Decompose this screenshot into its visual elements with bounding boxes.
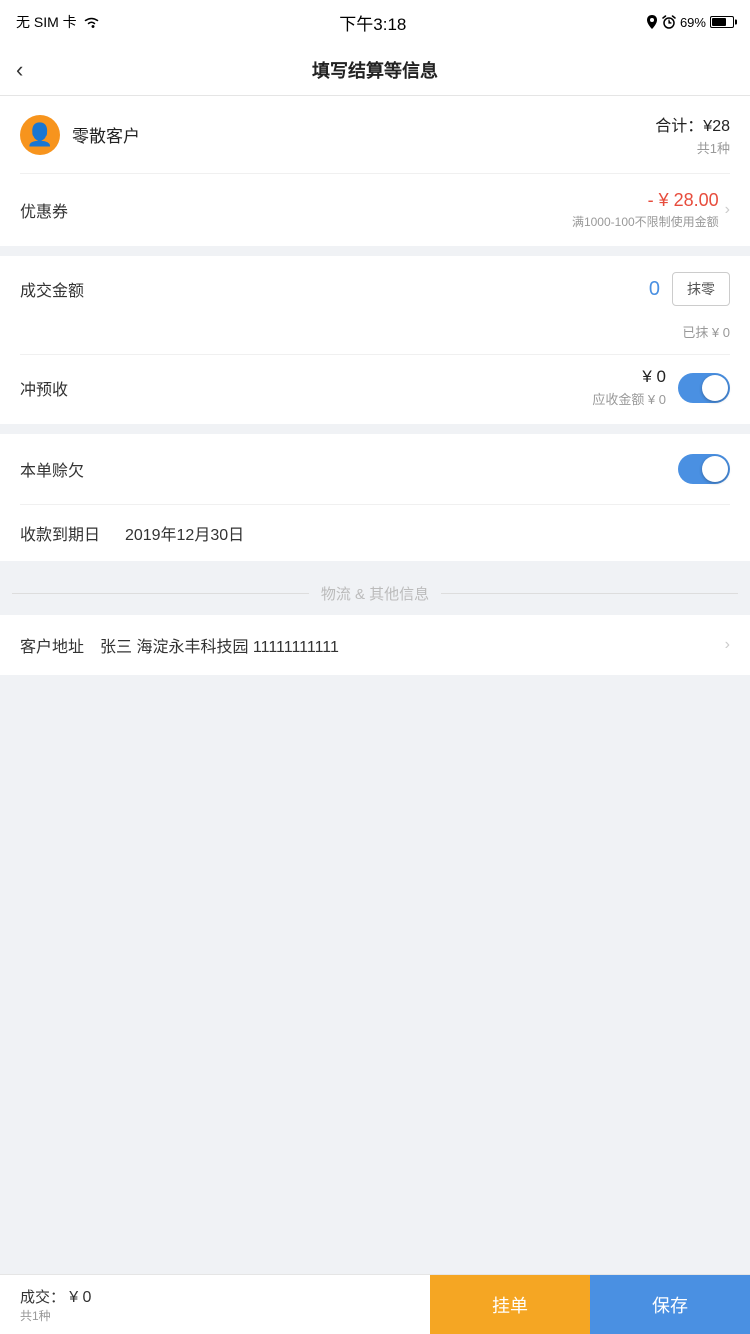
wifi-icon bbox=[83, 16, 100, 29]
no-sim-text: 无 SIM 卡 bbox=[16, 12, 77, 32]
deal-amount[interactable]: 0 bbox=[630, 278, 660, 301]
customer-count: 共1种 bbox=[655, 138, 730, 157]
coupon-amount: - ¥ 28.00 bbox=[572, 190, 719, 211]
prepay-row: 冲预收 ¥ 0 应收金额 ¥ 0 bbox=[0, 355, 750, 424]
battery-percent: 69% bbox=[680, 15, 706, 30]
debt-toggle-knob bbox=[702, 456, 728, 482]
duedate-row[interactable]: 收款到期日 2019年12月30日 bbox=[0, 505, 750, 561]
save-button[interactable]: 保存 bbox=[590, 1275, 750, 1334]
status-time: 下午3:18 bbox=[339, 10, 406, 35]
customer-avatar: 👤 bbox=[20, 115, 60, 155]
status-right: 69% bbox=[646, 15, 734, 30]
prepay-main-amount: ¥ 0 bbox=[592, 367, 666, 387]
prepay-right: ¥ 0 应收金额 ¥ 0 bbox=[592, 367, 730, 408]
customer-row: 👤 零散客户 合计：¥28 共1种 bbox=[0, 96, 750, 173]
coupon-label: 优惠券 bbox=[20, 198, 68, 222]
logistics-label: 物流 & 其他信息 bbox=[321, 583, 429, 604]
coupon-chevron-icon: › bbox=[725, 201, 730, 219]
customer-total: 合计：¥28 bbox=[655, 112, 730, 136]
address-row[interactable]: 客户地址 张三 海淀永丰科技园 11111111111 › bbox=[0, 615, 750, 675]
location-icon bbox=[646, 15, 658, 29]
footer-count: 共1种 bbox=[20, 1307, 410, 1324]
toggle-knob bbox=[702, 375, 728, 401]
customer-card: 👤 零散客户 合计：¥28 共1种 优惠券 - ¥ 28.00 满1000-10… bbox=[0, 96, 750, 246]
prepay-amounts: ¥ 0 应收金额 ¥ 0 bbox=[592, 367, 666, 408]
already-zero-text: 已抹 ¥ 0 bbox=[682, 325, 730, 340]
status-left: 无 SIM 卡 bbox=[16, 12, 100, 32]
deal-label: 成交金额 bbox=[20, 277, 84, 301]
logistics-line-right bbox=[441, 593, 738, 594]
duedate-spacer bbox=[104, 527, 120, 544]
coupon-right: - ¥ 28.00 满1000-100不限制使用金额 › bbox=[572, 190, 730, 230]
page-title: 填写结算等信息 bbox=[312, 57, 438, 83]
customer-right: 合计：¥28 共1种 bbox=[655, 112, 730, 157]
footer-deal-label: 成交： bbox=[20, 1289, 65, 1306]
footer-deal-amount: ¥ 0 bbox=[69, 1289, 91, 1306]
main-content: 👤 零散客户 合计：¥28 共1种 优惠券 - ¥ 28.00 满1000-10… bbox=[0, 96, 750, 755]
alarm-icon bbox=[662, 15, 676, 29]
footer-info: 成交： ¥ 0 共1种 bbox=[0, 1275, 430, 1334]
footer-deal-row: 成交： ¥ 0 bbox=[20, 1286, 410, 1307]
coupon-right-wrap: - ¥ 28.00 满1000-100不限制使用金额 bbox=[572, 190, 719, 230]
duedate-value: 2019年12月30日 bbox=[125, 527, 244, 544]
deal-section: 成交金额 0 抹零 已抹 ¥ 0 冲预收 ¥ 0 应收金额 ¥ 0 bbox=[0, 256, 750, 424]
address-value: 张三 海淀永丰科技园 11111111111 bbox=[100, 633, 725, 657]
deal-row: 成交金额 0 抹零 bbox=[0, 256, 750, 322]
coupon-row[interactable]: 优惠券 - ¥ 28.00 满1000-100不限制使用金额 › bbox=[0, 174, 750, 246]
debt-row: 本单赊欠 bbox=[0, 434, 750, 504]
prepay-sub-amount: 应收金额 ¥ 0 bbox=[592, 389, 666, 408]
logistics-divider: 物流 & 其他信息 bbox=[0, 571, 750, 615]
deal-right: 0 抹零 bbox=[630, 272, 730, 306]
debt-toggle[interactable] bbox=[678, 454, 730, 484]
footer: 成交： ¥ 0 共1种 挂单 保存 bbox=[0, 1274, 750, 1334]
address-section: 客户地址 张三 海淀永丰科技园 11111111111 › bbox=[0, 615, 750, 675]
prepay-label: 冲预收 bbox=[20, 376, 68, 400]
status-bar: 无 SIM 卡 下午3:18 69% bbox=[0, 0, 750, 44]
duedate-label: 收款到期日 bbox=[20, 527, 100, 544]
battery-icon bbox=[710, 16, 734, 28]
avatar-icon: 👤 bbox=[26, 122, 53, 148]
debt-section: 本单赊欠 收款到期日 2019年12月30日 bbox=[0, 434, 750, 561]
address-chevron-icon: › bbox=[725, 636, 730, 654]
bottom-spacer bbox=[0, 685, 750, 755]
address-label: 客户地址 bbox=[20, 633, 84, 657]
hold-button[interactable]: 挂单 bbox=[430, 1275, 590, 1334]
customer-name: 零散客户 bbox=[72, 122, 140, 147]
coupon-desc: 满1000-100不限制使用金额 bbox=[572, 213, 719, 230]
round-zero-button[interactable]: 抹零 bbox=[672, 272, 730, 306]
back-button[interactable]: ‹ bbox=[16, 57, 23, 83]
logistics-line-left bbox=[12, 593, 309, 594]
nav-bar: ‹ 填写结算等信息 bbox=[0, 44, 750, 96]
debt-label: 本单赊欠 bbox=[20, 457, 84, 481]
prepay-toggle[interactable] bbox=[678, 373, 730, 403]
customer-left: 👤 零散客户 bbox=[20, 115, 140, 155]
